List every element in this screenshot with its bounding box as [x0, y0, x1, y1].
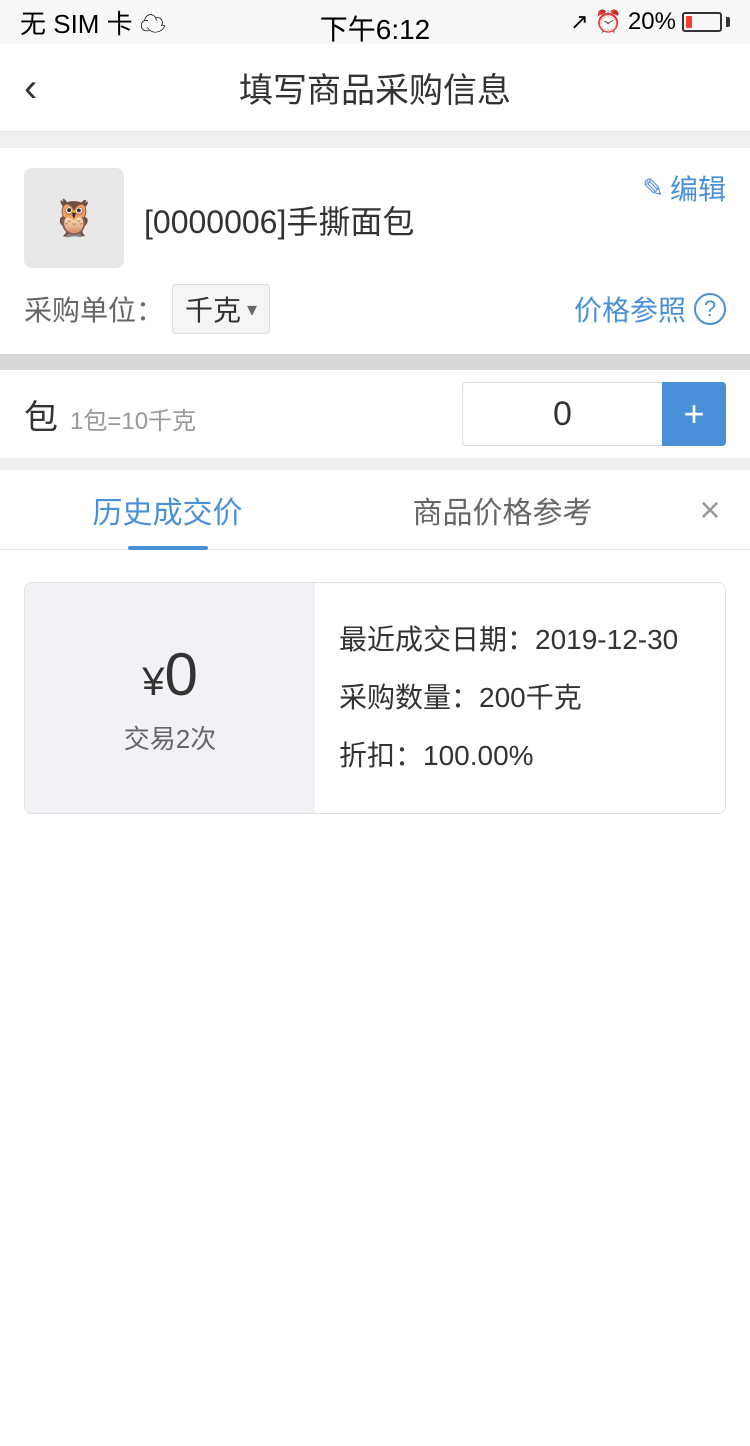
alarm-icon: ⏰: [595, 9, 622, 35]
back-button[interactable]: ‹: [24, 68, 37, 108]
edit-label: 编辑: [670, 168, 726, 208]
status-right: ↗ ⏰ 20%: [570, 8, 730, 36]
status-bar: 无 SIM 卡 ☁ 下午6:12 ↗ ⏰ 20%: [0, 0, 750, 44]
purchase-qty-label: 采购数量：: [339, 682, 479, 713]
price-ref-label: 价格参照: [574, 289, 686, 329]
history-price-card: ¥0 交易2次 最近成交日期：2019-12-30 采购数量：200千克 折扣：…: [24, 582, 726, 814]
unit-label: 采购单位：: [24, 289, 164, 329]
quantity-input[interactable]: [462, 382, 662, 446]
history-card-left: ¥0 交易2次: [25, 583, 315, 813]
unit-select[interactable]: 千克 ▾: [172, 284, 270, 334]
discount-value: 100.00%: [423, 740, 534, 771]
history-card-right: 最近成交日期：2019-12-30 采购数量：200千克 折扣：100.00%: [315, 583, 725, 813]
recent-date-value: 2019-12-30: [535, 624, 678, 655]
quantity-row: 包 1包=10千克 +: [0, 370, 750, 458]
tab-product-price[interactable]: 商品价格参考: [335, 470, 670, 550]
sim-signal-text: 无 SIM 卡 ☁: [20, 4, 166, 41]
close-tab-button[interactable]: ×: [670, 470, 750, 550]
battery-body: [682, 12, 722, 32]
tab-history-price[interactable]: 历史成交价: [0, 470, 335, 550]
quantity-unit-big: 包: [24, 390, 58, 439]
price-number: 0: [164, 641, 197, 708]
quantity-plus-button[interactable]: +: [662, 382, 726, 446]
location-icon: ↗: [570, 9, 588, 35]
product-left: 🦉 [0000006]手撕面包: [24, 168, 414, 268]
tab-product-label: 商品价格参考: [413, 488, 593, 532]
chevron-down-icon: ▾: [247, 297, 257, 322]
quantity-label-group: 包 1包=10千克: [24, 390, 196, 439]
bottom-space: [0, 846, 750, 1446]
status-left: 无 SIM 卡 ☁: [20, 4, 166, 41]
product-top: 🦉 [0000006]手撕面包 ✎ 编辑: [24, 168, 726, 268]
tab-underline: [128, 546, 208, 550]
tab-history-label: 历史成交价: [93, 488, 243, 532]
discount-label: 折扣：: [339, 740, 423, 771]
purchase-qty-value: 200千克: [479, 682, 582, 713]
tab-content-history: ¥0 交易2次 最近成交日期：2019-12-30 采购数量：200千克 折扣：…: [0, 550, 750, 846]
price-ref-icon: ?: [694, 293, 726, 325]
price-ref-button[interactable]: 价格参照 ?: [574, 289, 726, 329]
product-image: 🦉: [24, 168, 124, 268]
tabs-header: 历史成交价 商品价格参考 ×: [0, 470, 750, 550]
battery-percent: 20%: [628, 8, 676, 36]
edit-icon: ✎: [642, 173, 664, 204]
product-card: 🦉 [0000006]手撕面包 ✎ 编辑 采购单位： 千克 ▾ 价格参照 ?: [0, 148, 750, 354]
tabs-panel: 历史成交价 商品价格参考 × ¥0 交易2次 最近成交日期：2019-12-30…: [0, 470, 750, 846]
recent-date-row: 最近成交日期：2019-12-30: [339, 619, 701, 661]
discount-row: 折扣：100.00%: [339, 735, 701, 777]
battery-fill: [686, 16, 692, 28]
battery-tip: [726, 17, 730, 27]
trade-count: 交易2次: [124, 719, 216, 756]
battery-icon: [682, 12, 730, 32]
quantity-input-group: +: [462, 382, 726, 446]
page-title: 填写商品采购信息: [239, 63, 511, 112]
history-price-value: ¥0: [142, 640, 198, 709]
purchase-qty-row: 采购数量：200千克: [339, 677, 701, 719]
quantity-unit-small: 1包=10千克: [70, 401, 196, 436]
unit-value: 千克: [185, 289, 241, 329]
recent-date-label: 最近成交日期：: [339, 624, 535, 655]
unit-selector-group: 采购单位： 千克 ▾: [24, 284, 270, 334]
section-divider: [0, 354, 750, 370]
status-time: 下午6:12: [320, 8, 431, 48]
product-name: [0000006]手撕面包: [144, 193, 414, 243]
product-logo: 🦉: [52, 197, 97, 239]
price-symbol: ¥: [142, 660, 164, 704]
edit-button[interactable]: ✎ 编辑: [642, 168, 726, 208]
product-unit-row: 采购单位： 千克 ▾ 价格参照 ?: [24, 284, 726, 334]
page-header: ‹ 填写商品采购信息: [0, 44, 750, 132]
